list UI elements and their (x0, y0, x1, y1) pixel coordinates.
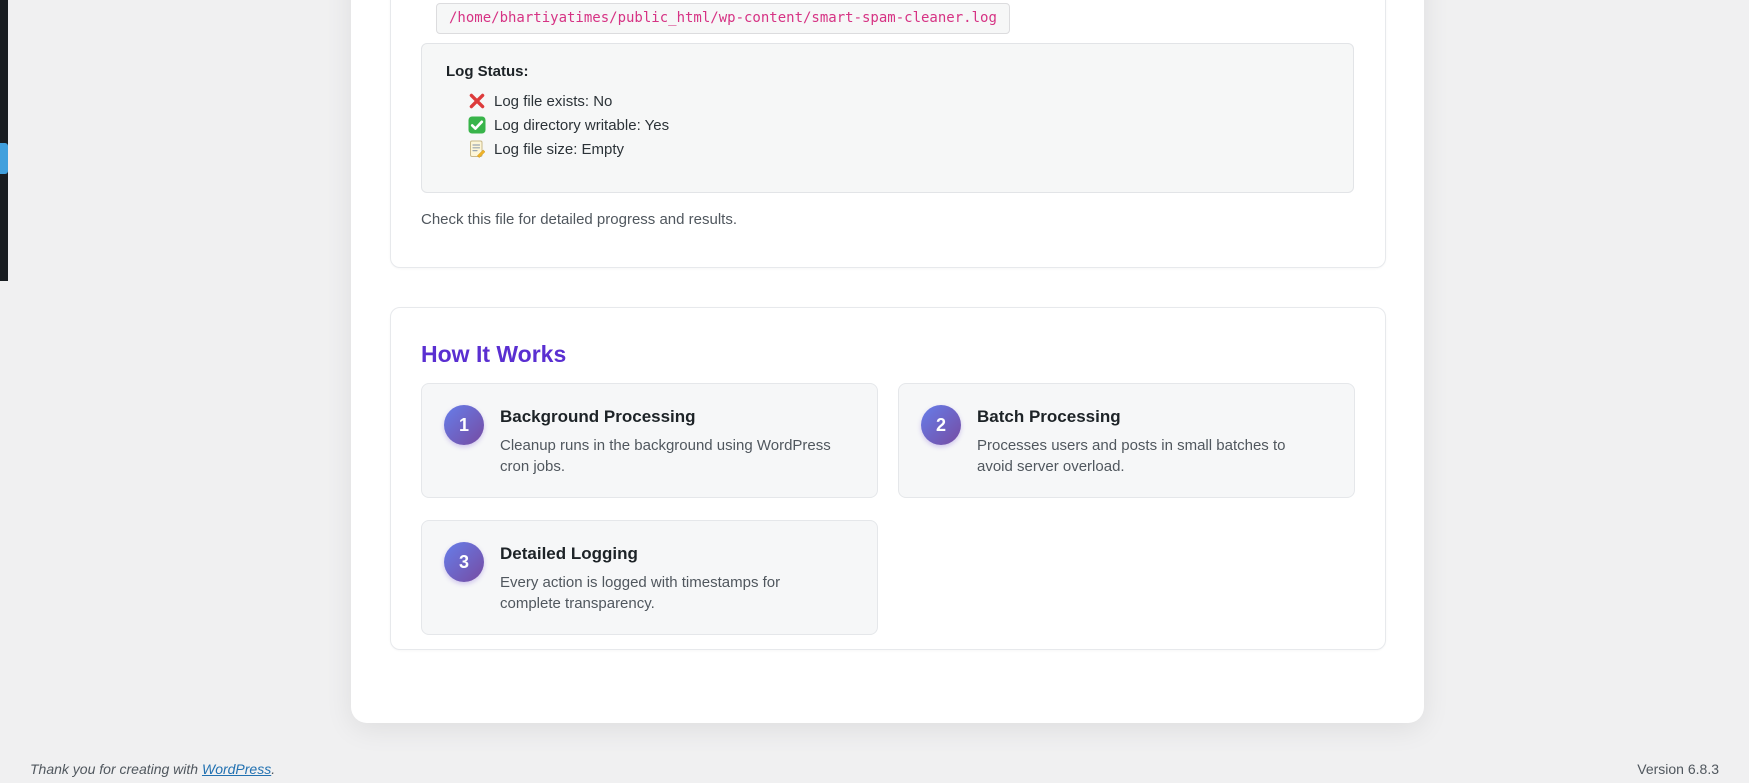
step-text: Batch Processing Processes users and pos… (977, 405, 1317, 477)
footer-thanks: Thank you for creating with WordPress. (30, 761, 275, 777)
step-number-badge: 1 (444, 405, 484, 445)
footer-version: Version 6.8.3 (1637, 761, 1719, 777)
log-status-item: Log file exists: No (468, 89, 1329, 113)
admin-menu-active-item[interactable] (0, 143, 8, 174)
log-file-path: /home/bhartiyatimes/public_html/wp-conte… (436, 3, 1010, 34)
check-icon (468, 116, 486, 134)
step-title: Background Processing (500, 407, 840, 427)
step-description: Processes users and posts in small batch… (977, 435, 1317, 477)
step-number-badge: 2 (921, 405, 961, 445)
log-status-item: Log file size: Empty (468, 137, 1329, 161)
log-status-item: Log directory writable: Yes (468, 113, 1329, 137)
step-card-background-processing: 1 Background Processing Cleanup runs in … (421, 383, 878, 498)
log-status-section: /home/bhartiyatimes/public_html/wp-conte… (390, 0, 1386, 268)
step-number-badge: 3 (444, 542, 484, 582)
admin-footer: Thank you for creating with WordPress. V… (30, 761, 1719, 777)
step-card-detailed-logging: 3 Detailed Logging Every action is logge… (421, 520, 878, 635)
wordpress-link[interactable]: WordPress (202, 761, 271, 777)
how-it-works-section: How It Works 1 Background Processing Cle… (390, 307, 1386, 650)
admin-menu-strip (0, 0, 8, 281)
log-status-item-label: Log file exists: No (494, 93, 612, 110)
plugin-page-card: /home/bhartiyatimes/public_html/wp-conte… (351, 0, 1424, 723)
log-status-title: Log Status: (446, 63, 1329, 80)
step-text: Detailed Logging Every action is logged … (500, 542, 840, 614)
memo-icon (468, 140, 486, 158)
step-description: Every action is logged with timestamps f… (500, 572, 840, 614)
step-card-batch-processing: 2 Batch Processing Processes users and p… (898, 383, 1355, 498)
steps-grid: 1 Background Processing Cleanup runs in … (421, 383, 1355, 635)
step-description: Cleanup runs in the background using Wor… (500, 435, 840, 477)
footer-thanks-suffix: . (271, 761, 275, 777)
footer-thanks-prefix: Thank you for creating with (30, 761, 202, 777)
how-it-works-title: How It Works (421, 341, 1355, 367)
step-title: Detailed Logging (500, 544, 840, 564)
step-text: Background Processing Cleanup runs in th… (500, 405, 840, 477)
log-status-item-label: Log file size: Empty (494, 141, 624, 158)
step-title: Batch Processing (977, 407, 1317, 427)
log-note: Check this file for detailed progress an… (421, 211, 737, 228)
log-status-item-label: Log directory writable: Yes (494, 117, 669, 134)
log-status-box: Log Status: Log file exists: No Log dire… (421, 43, 1354, 193)
cross-icon (468, 92, 486, 110)
